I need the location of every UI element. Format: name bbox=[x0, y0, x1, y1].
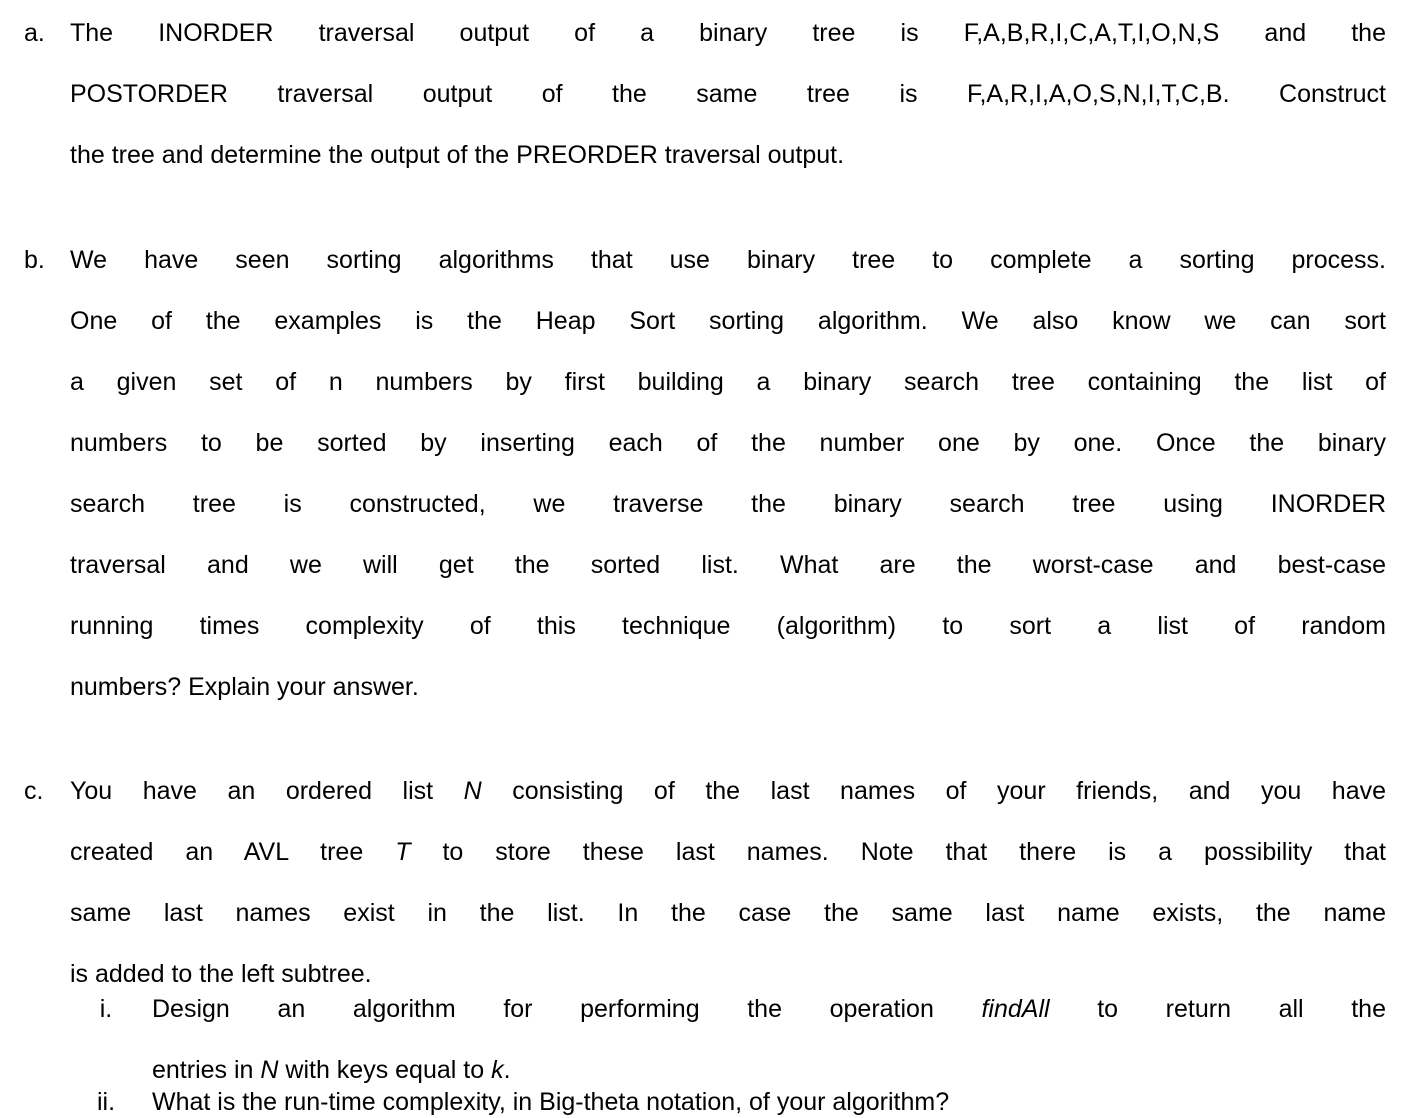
question-a: a. The INORDER traversal output of a bin… bbox=[20, 18, 1386, 171]
sub-item-ii: ii. What is the run-time complexity, in … bbox=[70, 1087, 1386, 1118]
text-line: same last names exist in the list. In th… bbox=[70, 898, 1386, 959]
text-line: Design an algorithm for performing the o… bbox=[152, 994, 1386, 1055]
variable-n: N bbox=[464, 777, 482, 805]
question-content-c: You have an ordered list N consisting of… bbox=[70, 776, 1386, 1118]
text-line: numbers to be sorted by inserting each o… bbox=[70, 428, 1386, 489]
text-line: created an AVL tree T to store these las… bbox=[70, 837, 1386, 898]
question-label-c: c. bbox=[20, 776, 70, 1118]
sub-content-ii: What is the run-time complexity, in Big-… bbox=[152, 1087, 1386, 1118]
text-line: search tree is constructed, we traverse … bbox=[70, 489, 1386, 550]
text-span: with keys equal to bbox=[278, 1056, 491, 1084]
question-label-b: b. bbox=[20, 245, 70, 703]
question-content-b: We have seen sorting algorithms that use… bbox=[70, 245, 1386, 703]
text-span: Design an algorithm for performing the o… bbox=[152, 995, 981, 1023]
text-line: We have seen sorting algorithms that use… bbox=[70, 245, 1386, 306]
sub-list: i. Design an algorithm for performing th… bbox=[70, 994, 1386, 1118]
question-label-a: a. bbox=[20, 18, 70, 171]
sub-label-ii: ii. bbox=[70, 1087, 152, 1118]
sub-label-i: i. bbox=[70, 994, 152, 1086]
text-line: One of the examples is the Heap Sort sor… bbox=[70, 306, 1386, 367]
text-span: created an AVL tree bbox=[70, 838, 395, 866]
sub-content-i: Design an algorithm for performing the o… bbox=[152, 994, 1386, 1086]
variable-k: k bbox=[491, 1056, 504, 1084]
text-span: . bbox=[504, 1056, 511, 1084]
text-span: to store these last names. Note that the… bbox=[410, 838, 1386, 866]
text-line: What is the run-time complexity, in Big-… bbox=[152, 1087, 1386, 1118]
question-c: c. You have an ordered list N consisting… bbox=[20, 776, 1386, 1118]
sub-item-i: i. Design an algorithm for performing th… bbox=[70, 994, 1386, 1086]
text-span: entries in bbox=[152, 1056, 260, 1084]
question-b: b. We have seen sorting algorithms that … bbox=[20, 245, 1386, 703]
text-line: numbers? Explain your answer. bbox=[70, 672, 1386, 703]
text-line: POSTORDER traversal output of the same t… bbox=[70, 79, 1386, 140]
function-findall: findAll bbox=[981, 995, 1049, 1023]
text-line: entries in N with keys equal to k. bbox=[152, 1055, 1386, 1086]
variable-t: T bbox=[395, 838, 410, 866]
text-line: a given set of n numbers by first buildi… bbox=[70, 367, 1386, 428]
text-line: the tree and determine the output of the… bbox=[70, 140, 1386, 171]
text-span: to return all the bbox=[1050, 995, 1386, 1023]
variable-n: N bbox=[260, 1056, 278, 1084]
text-line: You have an ordered list N consisting of… bbox=[70, 776, 1386, 837]
text-span: consisting of the last names of your fri… bbox=[482, 777, 1386, 805]
question-content-a: The INORDER traversal output of a binary… bbox=[70, 18, 1386, 171]
text-line: is added to the left subtree. bbox=[70, 959, 1386, 990]
text-line: traversal and we will get the sorted lis… bbox=[70, 550, 1386, 611]
text-span: You have an ordered list bbox=[70, 777, 464, 805]
text-line: running times complexity of this techniq… bbox=[70, 611, 1386, 672]
text-line: The INORDER traversal output of a binary… bbox=[70, 18, 1386, 79]
